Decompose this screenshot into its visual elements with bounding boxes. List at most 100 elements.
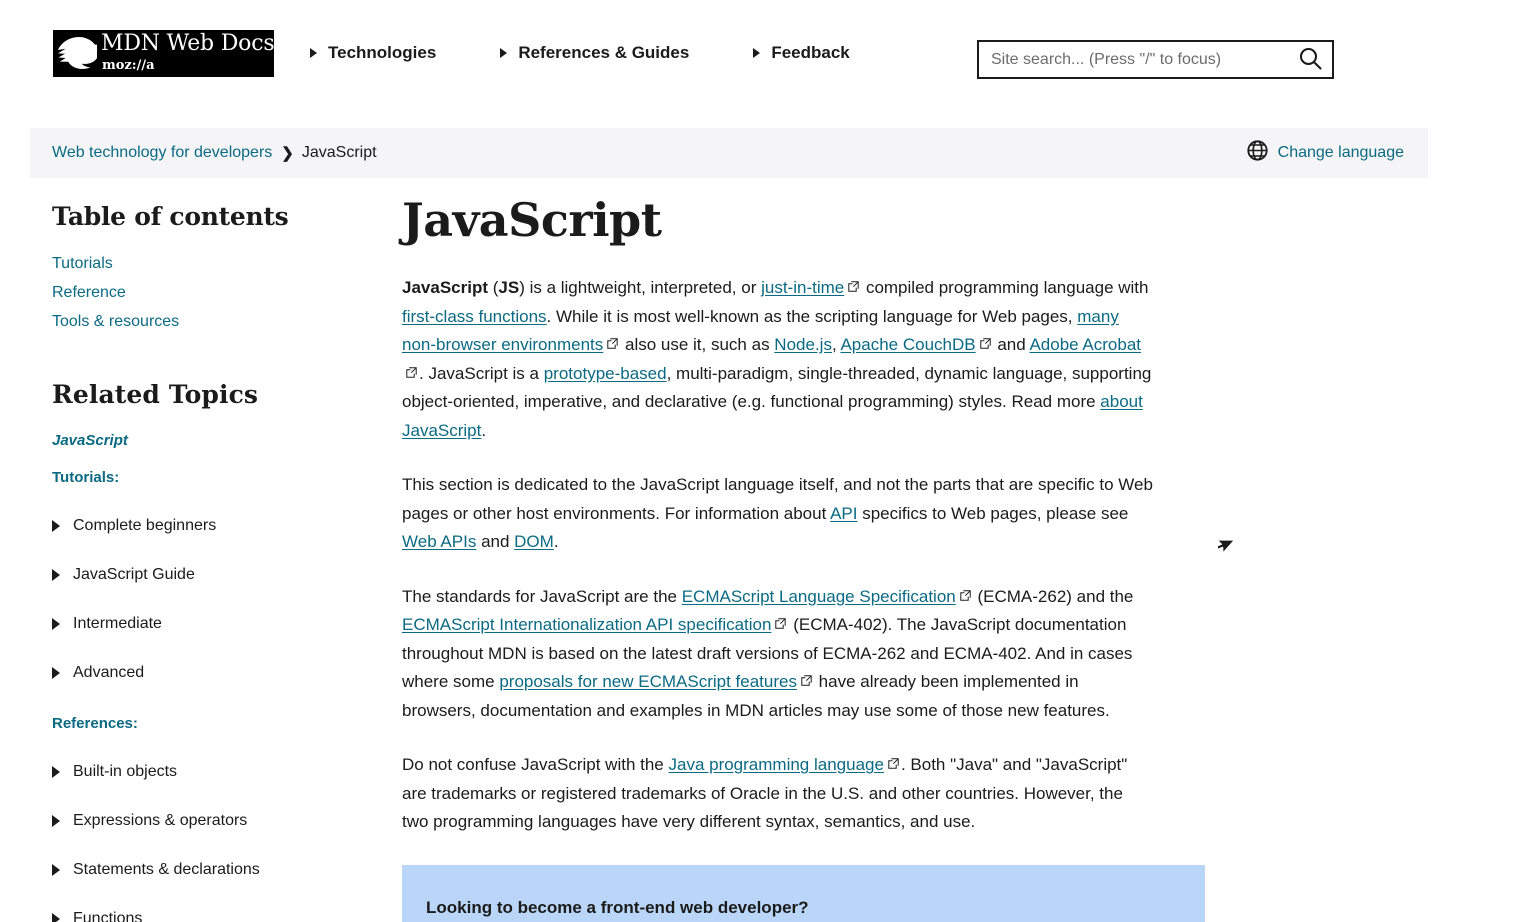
link-first-class-functions[interactable]: first-class functions: [402, 307, 547, 326]
callout-title: Looking to become a front-end web develo…: [426, 897, 809, 917]
toc-item-reference[interactable]: Reference: [52, 278, 402, 307]
chevron-right-icon: [52, 765, 60, 778]
sidebar-item-built-in-objects[interactable]: Built-in objects: [52, 747, 402, 796]
change-language-button[interactable]: Change language: [1247, 140, 1404, 166]
text-run: (: [488, 278, 499, 297]
link-api[interactable]: API: [830, 504, 857, 523]
sidebar-item-label: Advanced: [73, 663, 145, 681]
external-link-icon: [406, 366, 417, 378]
chevron-right-icon: [52, 912, 60, 922]
external-link-icon: [607, 338, 618, 349]
breadcrumb: Web technology for developers ❯ JavaScri…: [52, 144, 377, 162]
term-javascript: JavaScript: [402, 278, 488, 297]
nav-item-technologies[interactable]: Technologies: [310, 37, 436, 69]
text-run: . While it is most well-known as the scr…: [546, 306, 1078, 326]
sidebar-item-label: Intermediate: [73, 614, 162, 632]
toc-item-tutorials[interactable]: Tutorials: [52, 249, 402, 278]
link-dom[interactable]: DOM: [514, 532, 554, 551]
sidebar-item-advanced[interactable]: Advanced: [52, 648, 402, 697]
chevron-right-icon: [52, 666, 60, 679]
link-apache-couchdb[interactable]: Apache CouchDB: [840, 335, 975, 354]
sidebar-item-functions[interactable]: Functions: [52, 894, 402, 922]
external-link-icon: [848, 281, 859, 292]
breadcrumb-parent-link[interactable]: Web technology for developers: [52, 144, 272, 162]
sidebar: Table of contents Tutorials Reference To…: [52, 178, 402, 922]
sidebar-item-javascript-guide[interactable]: JavaScript Guide: [52, 550, 402, 599]
external-link-icon: [979, 338, 991, 349]
nav-item-references-and-guides[interactable]: References & Guides: [500, 37, 689, 69]
globe-icon: [1247, 140, 1268, 166]
section-scope-paragraph: This section is dedicated to the JavaScr…: [402, 471, 1154, 557]
front-end-developer-callout: Looking to become a front-end web develo…: [402, 864, 1205, 922]
text-run: also use it, such as: [620, 335, 775, 354]
logo-wordmark: MDN Web Docs moz://a: [97, 30, 275, 77]
link-ecmascript-language-specification[interactable]: ECMAScript Language Specification: [682, 587, 956, 606]
toc-title: Table of contents: [52, 202, 289, 231]
dino-head-icon: [53, 30, 97, 77]
chevron-right-icon: [52, 617, 60, 630]
link-adobe-acrobat[interactable]: Adobe Acrobat: [1029, 335, 1141, 354]
chevron-right-icon: [310, 47, 317, 58]
text-run: .: [553, 532, 559, 551]
nav-item-feedback[interactable]: Feedback: [753, 37, 850, 69]
standards-paragraph: The standards for JavaScript are the ECM…: [402, 583, 1154, 726]
breadcrumb-bar: Web technology for developers ❯ JavaScri…: [30, 128, 1428, 178]
main-navigation: Technologies References & Guides Feedbac…: [310, 37, 850, 69]
related-topic-current-javascript[interactable]: JavaScript: [52, 428, 402, 454]
search-icon: [1298, 46, 1323, 74]
text-run: Do not confuse JavaScript with the: [402, 755, 669, 774]
text-run: .: [481, 420, 487, 440]
link-prototype-based[interactable]: prototype-based: [544, 364, 667, 383]
chevron-right-icon: [52, 519, 60, 532]
related-topics-title: Related Topics: [52, 380, 259, 409]
sidebar-item-complete-beginners[interactable]: Complete beginners: [52, 501, 402, 550]
external-link-icon: [960, 589, 971, 601]
text-run: ) is a lightweight, interpreted, or: [519, 278, 762, 297]
logo-subtitle: moz://a: [102, 58, 155, 73]
sidebar-item-intermediate[interactable]: Intermediate: [52, 599, 402, 648]
change-language-label: Change language: [1277, 144, 1404, 161]
text-run: compiled programming language with: [861, 278, 1149, 297]
link-web-apis[interactable]: Web APIs: [402, 532, 476, 551]
link-java-programming-language[interactable]: Java programming language: [668, 755, 883, 774]
page-title: JavaScript: [402, 193, 662, 247]
sidebar-item-label: Statements & declarations: [73, 860, 260, 878]
text-run: . JavaScript is a: [419, 363, 544, 383]
chevron-right-icon: [52, 568, 60, 581]
search-input[interactable]: [979, 42, 1288, 77]
main-content: JavaScript JavaScript (JS) is a lightwei…: [402, 178, 1205, 922]
breadcrumb-separator-icon: ❯: [281, 145, 294, 162]
link-just-in-time[interactable]: just-in-time: [761, 278, 844, 297]
nav-item-label: References & Guides: [518, 42, 690, 62]
chevron-right-icon: [753, 47, 761, 58]
chevron-right-icon: [52, 814, 60, 827]
link-proposals-for-new-ecmascript-features[interactable]: proposals for new ECMAScript features: [499, 672, 797, 691]
text-run: The standards for JavaScript are the: [402, 586, 682, 606]
text-run: (ECMA-262) and the: [972, 586, 1134, 606]
site-header: MDN Web Docs moz://a Technologies Refere…: [0, 0, 1519, 105]
external-link-icon: [775, 618, 787, 629]
sidebar-item-label: Complete beginners: [73, 516, 217, 534]
text-run: and: [992, 335, 1030, 354]
sidebar-group-heading-references: References:: [52, 715, 138, 732]
chevron-right-icon: [500, 47, 508, 58]
sidebar-item-label: Expressions & operators: [73, 811, 248, 829]
page-body: Table of contents Tutorials Reference To…: [0, 178, 1519, 922]
sidebar-item-expressions-operators[interactable]: Expressions & operators: [52, 796, 402, 845]
intro-paragraph: JavaScript (JS) is a lightweight, interp…: [402, 274, 1154, 445]
external-link-icon: [801, 675, 812, 686]
sidebar-item-statements-declarations[interactable]: Statements & declarations: [52, 845, 402, 894]
sidebar-item-label: Functions: [73, 909, 143, 922]
external-link-icon: [888, 758, 899, 769]
search-button[interactable]: [1288, 42, 1332, 77]
text-run: and: [476, 532, 515, 551]
sidebar-group-heading-tutorials: Tutorials:: [52, 469, 120, 486]
term-js-abbr: JS: [498, 278, 520, 297]
site-search[interactable]: [977, 40, 1334, 79]
mdn-logo[interactable]: MDN Web Docs moz://a: [53, 30, 275, 77]
link-nodejs[interactable]: Node.js: [774, 335, 832, 354]
toc-item-tools-resources[interactable]: Tools & resources: [52, 307, 402, 336]
nav-item-label: Feedback: [771, 42, 850, 62]
sidebar-item-label: JavaScript Guide: [73, 565, 195, 583]
link-ecmascript-internationalization-api-specification[interactable]: ECMAScript Internationalization API spec…: [402, 615, 771, 634]
